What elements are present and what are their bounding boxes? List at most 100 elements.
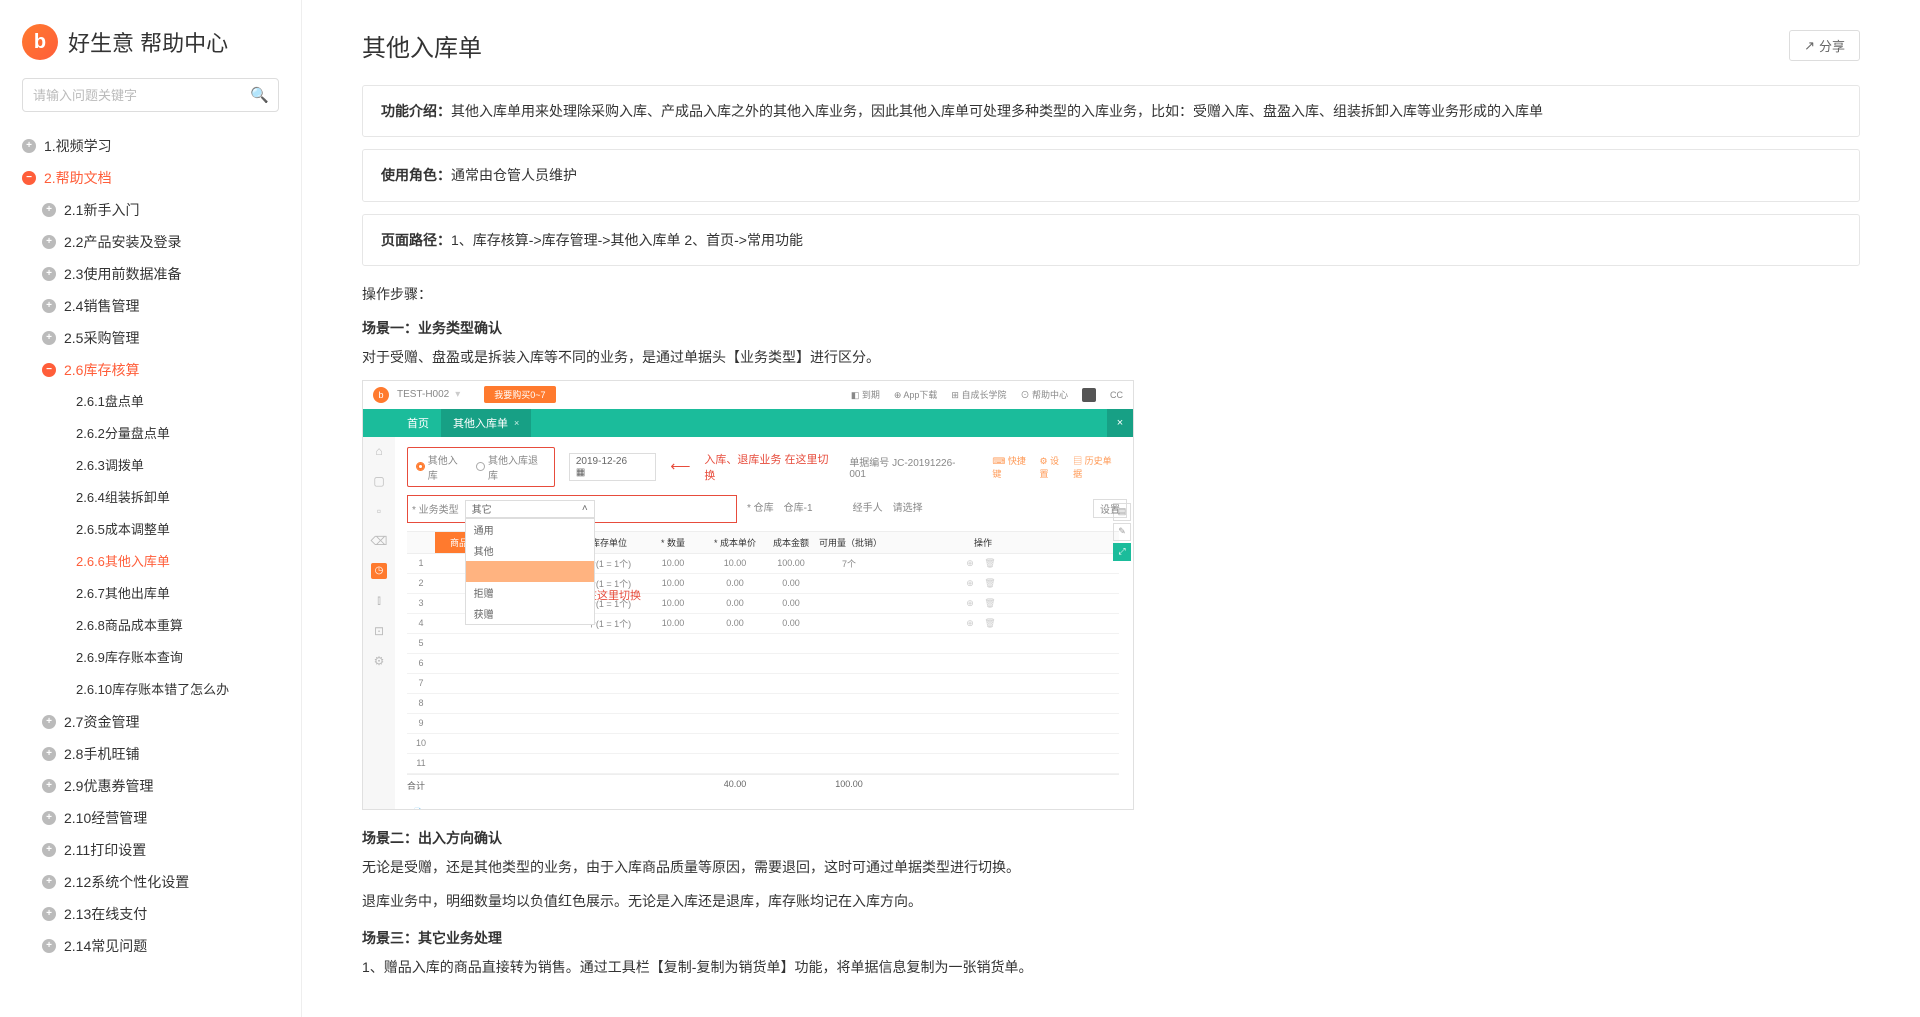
app-logo-icon: b	[373, 387, 389, 403]
nav-2-2[interactable]: +2.2产品安装及登录	[42, 226, 279, 258]
plus-icon: +	[42, 907, 56, 921]
nav-2-4[interactable]: +2.4销售管理	[42, 290, 279, 322]
plus-icon: +	[42, 779, 56, 793]
nav-2-6-3[interactable]: 2.6.3调拨单	[22, 450, 279, 482]
tool-icon: ⤢	[1113, 543, 1131, 561]
tab-home: 首页	[395, 409, 441, 437]
radio-on-icon	[416, 462, 425, 471]
scenario-1-desc: 对于受赠、盘盈或是拆装入库等不同的业务，是通过单据头【业务类型】进行区分。	[362, 346, 1860, 370]
search-icon[interactable]: 🔍	[250, 86, 269, 104]
nav-2-7[interactable]: +2.7资金管理	[42, 706, 279, 738]
nav-2-6-7[interactable]: 2.6.7其他出库单	[22, 578, 279, 610]
nav-2-6-2[interactable]: 2.6.2分量盘点单	[22, 418, 279, 450]
active-module-icon: ◷	[371, 563, 387, 579]
annotation-arrow-icon: ⟵	[670, 458, 690, 475]
nav-2-1[interactable]: +2.1新手入门	[42, 194, 279, 226]
nav-2-6-9[interactable]: 2.6.9库存账本查询	[22, 642, 279, 674]
nav-2-6-6[interactable]: 2.6.6其他入库单	[22, 546, 279, 578]
doc-icon: ▢	[371, 473, 387, 489]
plus-icon: +	[42, 299, 56, 313]
main-content: 其他入库单 ↗分享 功能介绍：其他入库单用来处理除采购入库、产成品入库之外的其他…	[302, 0, 1920, 1017]
nav-2-6-1[interactable]: 2.6.1盘点单	[22, 386, 279, 418]
steps-label: 操作步骤：	[362, 284, 1860, 304]
minus-icon: −	[22, 171, 36, 185]
radio-off-icon	[476, 462, 485, 471]
brand-logo-icon: b	[22, 24, 58, 60]
brand: b 好生意 帮助中心	[22, 24, 279, 60]
tool-icon: ✎	[1113, 523, 1131, 541]
plus-icon: +	[42, 811, 56, 825]
scenario-3-desc: 1、赠品入库的商品直接转为销售。通过工具栏【复制-复制为销货单】功能，将单据信息…	[362, 956, 1860, 980]
chart-icon: ⫾	[371, 593, 387, 609]
annotation-text: 入库、退库业务 在这里切换	[704, 451, 835, 483]
nav-2-8[interactable]: +2.8手机旺铺	[42, 738, 279, 770]
plus-icon: +	[42, 235, 56, 249]
plus-icon: +	[42, 843, 56, 857]
share-icon: ↗	[1804, 38, 1815, 54]
tab-current: 其他入库单×	[441, 409, 531, 437]
setting-chip: 设置	[1093, 499, 1127, 518]
plus-icon: +	[42, 939, 56, 953]
user-name: CC	[1110, 390, 1123, 400]
nav-helpdoc[interactable]: −2.帮助文档	[22, 162, 279, 194]
plus-icon: +	[42, 203, 56, 217]
home-icon: ⌂	[371, 443, 387, 459]
plus-icon: +	[42, 715, 56, 729]
box-icon: ▫	[371, 503, 387, 519]
nav-2-6-5[interactable]: 2.6.5成本调整单	[22, 514, 279, 546]
nav-2-11[interactable]: +2.11打印设置	[42, 834, 279, 866]
plus-icon: +	[42, 875, 56, 889]
plus-icon: +	[42, 331, 56, 345]
nav-2-6-4[interactable]: 2.6.4组装拆卸单	[22, 482, 279, 514]
share-button[interactable]: ↗分享	[1789, 30, 1860, 61]
brand-title: 好生意 帮助中心	[68, 26, 228, 58]
nav-2-12[interactable]: +2.12系统个性化设置	[42, 866, 279, 898]
history-link: ▤ 历史单据	[1073, 454, 1119, 480]
mini-sidebar: ⌂ ▢ ▫ ⌫ ◷ ⫾ ⊡ ⚙	[363, 437, 395, 809]
search-box: 🔍	[22, 78, 279, 112]
nav-2-6-10[interactable]: 2.6.10库存账本错了怎么办	[22, 674, 279, 706]
top-link: ⊞ 自成长学院	[951, 388, 1006, 401]
nav-2-9[interactable]: +2.9优惠券管理	[42, 770, 279, 802]
nav-2-6[interactable]: −2.6库存核算	[42, 354, 279, 386]
top-link: ⊕ App下载	[894, 388, 938, 401]
nav-2-5[interactable]: +2.5采购管理	[42, 322, 279, 354]
buy-button: 我要购买0~7	[484, 386, 555, 403]
intro-box: 功能介绍：其他入库单用来处理除采购入库、产成品入库之外的其他入库业务，因此其他入…	[362, 85, 1860, 137]
nav-video[interactable]: +1.视频学习	[22, 130, 279, 162]
biz-type-dropdown: 通用 其他 拒赠 获赠	[465, 518, 595, 625]
page-title: 其他入库单	[362, 28, 482, 63]
doc-type-radio-group: 其他入库 其他入库退库	[407, 447, 555, 487]
nav-2-14[interactable]: +2.14常见问题	[42, 930, 279, 962]
plus-icon: +	[42, 267, 56, 281]
search-input[interactable]	[22, 78, 279, 112]
trash-icon: ⌫	[371, 533, 387, 549]
nav-2-3[interactable]: +2.3使用前数据准备	[42, 258, 279, 290]
nav-2-10[interactable]: +2.10经营管理	[42, 802, 279, 834]
close-all-icon: ×	[1107, 409, 1133, 437]
nav-2-13[interactable]: +2.13在线支付	[42, 898, 279, 930]
biz-type-select: 其它˄	[465, 500, 595, 518]
nav-2-6-8[interactable]: 2.6.8商品成本重算	[22, 610, 279, 642]
cart-icon: ⊡	[371, 623, 387, 639]
top-link: ⊙ 帮助中心	[1020, 388, 1068, 401]
avatar-icon	[1082, 388, 1096, 402]
scenario-1-title: 场景一：业务类型确认	[362, 318, 1860, 338]
screenshot-1: b TEST-H002 ▾ 我要购买0~7 ◧ 到期 ⊕ App下载 ⊞ 自成长…	[362, 380, 1134, 810]
path-box: 页面路径：1、库存核算->库存管理->其他入库单 2、首页->常用功能	[362, 214, 1860, 266]
close-icon: ×	[514, 418, 519, 428]
scenario-2-title: 场景二：出入方向确认	[362, 828, 1860, 848]
top-link: ◧ 到期	[851, 388, 880, 401]
sidebar: b 好生意 帮助中心 🔍 +1.视频学习 −2.帮助文档 +2.1新手入门 +2…	[0, 0, 302, 1017]
biz-type-row: * 业务类型 其它˄ 通用 其他 拒赠 获赠	[407, 495, 737, 523]
date-field: 2019-12-26 ▦	[569, 453, 656, 481]
setting-link: ⚙ 设置	[1039, 454, 1067, 480]
role-box: 使用角色：通常由仓管人员维护	[362, 149, 1860, 201]
doc-number: 单据编号 JC-20191226-001	[849, 454, 968, 480]
hotkey-link: ⌨ 快捷键	[992, 454, 1033, 480]
scenario-3-title: 场景三：其它业务处理	[362, 928, 1860, 948]
plus-icon: +	[22, 139, 36, 153]
minus-icon: −	[42, 363, 56, 377]
scenario-2-desc2: 退库业务中，明细数量均以负值红色展示。无论是入库还是退库，库存账均记在入库方向。	[362, 890, 1860, 914]
nav-tree: +1.视频学习 −2.帮助文档 +2.1新手入门 +2.2产品安装及登录 +2.…	[22, 130, 279, 962]
